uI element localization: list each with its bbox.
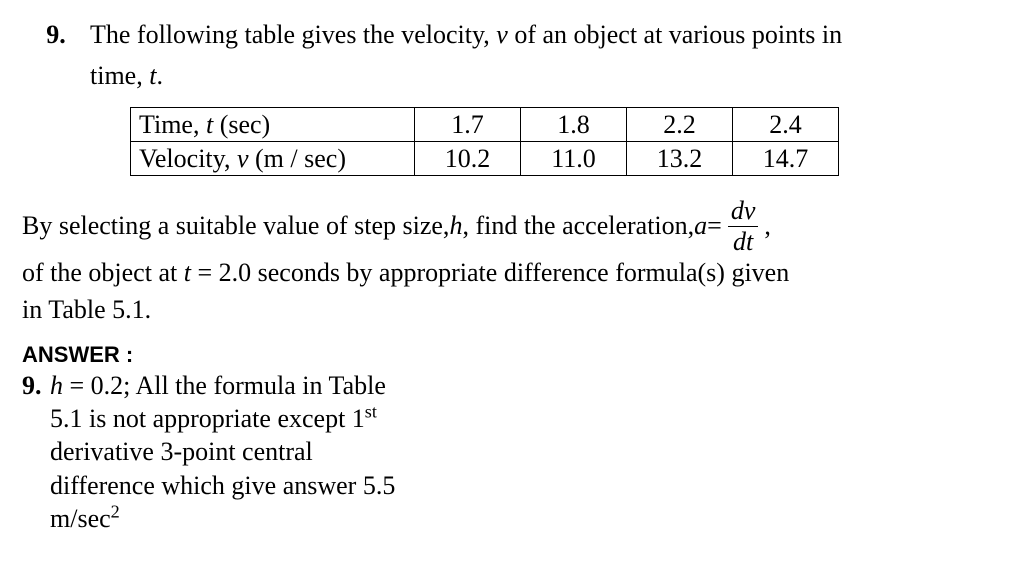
text: 5.1 is not appropriate except 1 [50,404,365,433]
var-t: t [184,258,198,287]
superscript-2: 2 [111,501,120,521]
var-t: t [206,110,220,139]
cell: 11.0 [521,141,627,175]
text: time, [90,61,149,90]
data-table-wrap: Time, t (sec) 1.7 1.8 2.2 2.4 Velocity, … [130,107,1004,177]
cell: 1.8 [521,107,627,141]
below-line-1: By selecting a suitable value of step si… [22,196,1004,256]
cell: 2.4 [733,107,839,141]
question-line-2: time, t. [90,59,1004,92]
data-table: Time, t (sec) 1.7 1.8 2.2 2.4 Velocity, … [130,107,839,177]
var-h: h [449,209,462,242]
text: m/sec [50,504,111,533]
fraction-denominator: dt [730,229,756,255]
answer-rest: 5.1 is not appropriate except 1st deriva… [22,402,532,535]
below-line-2: of the object at t = 2.0 seconds by appr… [22,256,1004,289]
question-line-1: The following table gives the velocity, … [90,18,1004,51]
answer-line-3: derivative 3-point central [50,435,532,468]
answer-line-4: difference which give answer 5.5 [50,469,532,502]
cell: 2.2 [627,107,733,141]
text: By selecting a suitable value of step si… [22,209,449,242]
text: (m / sec) [255,144,346,173]
text: Time, [139,110,206,139]
answer-line-5: m/sec2 [50,502,532,535]
text: , find the acceleration, [462,209,694,242]
var-v: v [496,20,514,49]
text: = 0.2; All the formula in Table [70,371,386,400]
fraction-numerator: dv [728,198,759,224]
equals: = [707,209,722,242]
question-body: The following table gives the velocity, … [90,18,1004,190]
text: of an object at various points in [514,20,842,49]
answer-line-1: 9. h = 0.2; All the formula in Table [22,369,532,402]
text: (sec) [220,110,271,139]
answer-number: 9. [22,369,50,402]
cell: 14.7 [733,141,839,175]
below-line-3: in Table 5.1. [22,293,1004,326]
table-row: Velocity, v (m / sec) 10.2 11.0 13.2 14.… [131,141,839,175]
question-number: 9. [22,18,90,51]
var-a: a [694,209,707,242]
answer-body: 9. h = 0.2; All the formula in Table 5.1… [22,369,532,535]
cell: 10.2 [415,141,521,175]
text: Velocity, [139,144,237,173]
cell: 13.2 [627,141,733,175]
var-v: v [237,144,255,173]
text: . [156,61,163,90]
row-header-velocity: Velocity, v (m / sec) [131,141,415,175]
answer-line-2: 5.1 is not appropriate except 1st [50,402,532,435]
text: , [764,209,771,242]
text: of the object at [22,258,184,287]
answer-label: ANSWER : [22,341,1004,369]
row-header-time: Time, t (sec) [131,107,415,141]
superscript-st: st [365,401,377,421]
text: = 2.0 seconds by appropriate difference … [197,258,789,287]
question-block: 9. The following table gives the velocit… [22,18,1004,190]
fraction-dv-dt: dv dt [728,198,759,255]
answer-first-text: h = 0.2; All the formula in Table [50,369,386,402]
table-row: Time, t (sec) 1.7 1.8 2.2 2.4 [131,107,839,141]
below-text: By selecting a suitable value of step si… [22,196,1004,327]
cell: 1.7 [415,107,521,141]
text: The following table gives the velocity, [90,20,496,49]
var-h: h [50,371,70,400]
